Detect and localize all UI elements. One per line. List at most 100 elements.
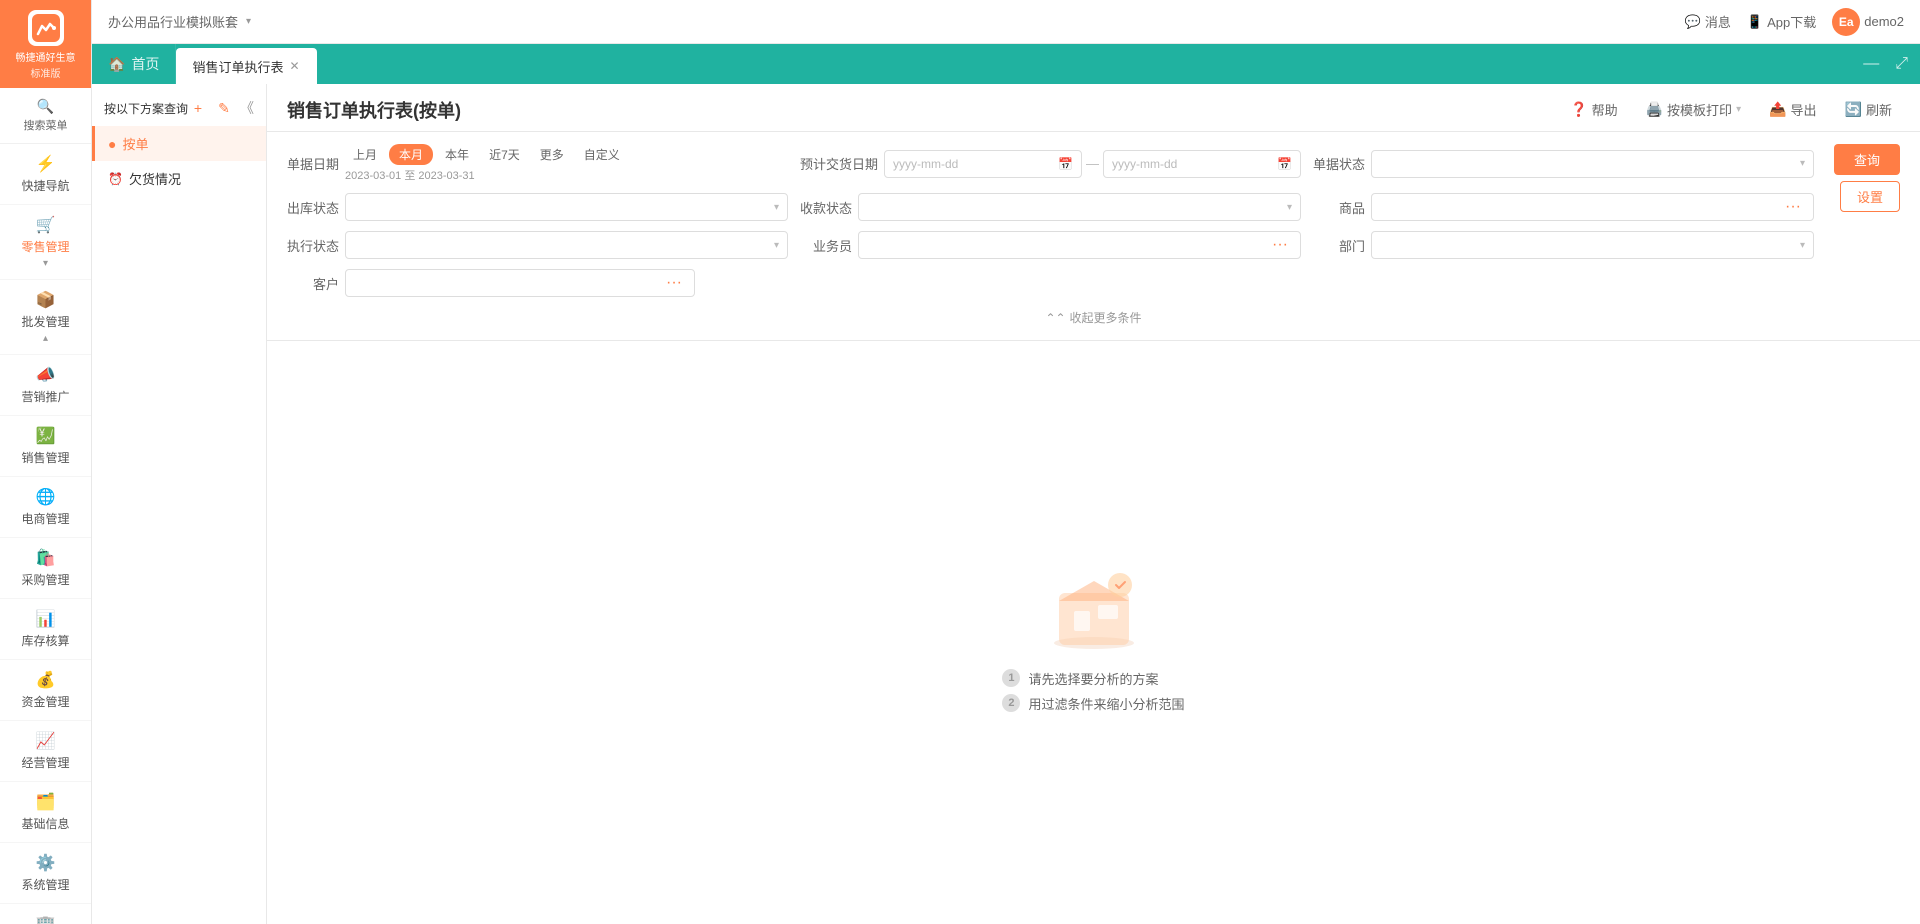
export-label: 导出 bbox=[1791, 100, 1817, 119]
left-panel-header: 按以下方案查询 + ✎ 《 bbox=[92, 92, 266, 126]
breadcrumb-arrow[interactable]: ▾ bbox=[246, 16, 251, 27]
date-tab-last-month[interactable]: 上月 bbox=[345, 144, 385, 165]
filter-row-3: 执行状态 ▾ 业务员 bbox=[287, 231, 1826, 259]
sidebar-item-basic[interactable]: 🗂️ 基础信息 bbox=[0, 782, 91, 843]
collect-status-select[interactable]: ▾ bbox=[858, 193, 1301, 221]
salesperson-select[interactable]: ··· bbox=[858, 231, 1301, 259]
tip-1-text: 请先选择要分析的方案 bbox=[1028, 669, 1158, 688]
tab-sales-exec-label: 销售订单执行表 bbox=[192, 57, 283, 76]
export-btn[interactable]: 📤 导出 bbox=[1761, 96, 1824, 123]
filter-row-1: 单据日期 上月 本月 本年 近7天 更多 自定义 bbox=[287, 144, 1826, 183]
content-inner: 按以下方案查询 + ✎ 《 ● 按单 bbox=[92, 84, 1920, 924]
print-icon: 🖨️ bbox=[1646, 101, 1663, 118]
logo-icon bbox=[28, 10, 64, 46]
sidebar-item-ecommerce[interactable]: 🌐 电商管理 bbox=[0, 477, 91, 538]
add-scheme-btn[interactable]: + bbox=[188, 98, 208, 118]
date-tab-this-month[interactable]: 本月 bbox=[389, 144, 433, 165]
collapse-more-btn[interactable]: ⌃⌃ 收起更多条件 bbox=[287, 303, 1900, 328]
tabbar-expand-btn[interactable]: ⤢ bbox=[1891, 53, 1912, 75]
doc-status-arrow: ▾ bbox=[1800, 158, 1805, 169]
help-label: 帮助 bbox=[1592, 100, 1618, 119]
filter-main-row: 单据日期 上月 本月 本年 近7天 更多 自定义 bbox=[287, 144, 1900, 303]
page-header: 销售订单执行表(按单) ❓ 帮助 🖨️ 按模板打印 ▾ 📤 bbox=[267, 84, 1920, 132]
phone-icon: 📱 bbox=[1747, 14, 1763, 30]
date-tab-7days[interactable]: 近7天 bbox=[481, 144, 528, 165]
left-panel-item-press[interactable]: ● 按单 bbox=[92, 126, 266, 161]
sidebar-item-system[interactable]: ⚙️ 系统管理 bbox=[0, 843, 91, 904]
refresh-btn[interactable]: 🔄 刷新 bbox=[1837, 96, 1900, 123]
tabbar-controls: — ⤢ bbox=[1851, 44, 1920, 84]
print-arrow: ▾ bbox=[1736, 104, 1741, 115]
filter-item-dept: 部门 ▾ bbox=[1313, 231, 1826, 259]
sidebar-item-purchase[interactable]: 🛍️ 采购管理 bbox=[0, 538, 91, 599]
edit-scheme-btn[interactable]: ✎ bbox=[214, 98, 234, 118]
sidebar-item-inventory[interactable]: 📊 库存核算 bbox=[0, 599, 91, 660]
home-icon: 🏠 bbox=[108, 56, 125, 73]
sidebar-item-wholesale[interactable]: 📦 批发管理 ▴ bbox=[0, 280, 91, 355]
expected-date-end-placeholder: yyyy-mm-dd bbox=[1112, 157, 1177, 171]
filter-item-doc-status: 单据状态 ▾ bbox=[1313, 144, 1826, 183]
settings-btn[interactable]: 设置 bbox=[1840, 181, 1900, 212]
left-panel-item-arrears[interactable]: ⏰ 欠货情况 bbox=[92, 161, 266, 196]
dept-select[interactable]: ▾ bbox=[1371, 231, 1814, 259]
user-menu[interactable]: Ea demo2 bbox=[1832, 8, 1904, 36]
tab-home-label: 首页 bbox=[131, 54, 159, 74]
date-tab-custom[interactable]: 自定义 bbox=[576, 144, 628, 165]
arrears-icon: ⏰ bbox=[108, 172, 123, 186]
doc-status-label: 单据状态 bbox=[1313, 154, 1365, 173]
tab-sales-exec[interactable]: 销售订单执行表 ✕ bbox=[176, 48, 316, 84]
doc-status-select[interactable]: ▾ bbox=[1371, 150, 1814, 178]
tab-home[interactable]: 🏠 首页 bbox=[92, 44, 176, 84]
tab-close-btn[interactable]: ✕ bbox=[289, 59, 299, 73]
sidebar-item-marketing[interactable]: 📣 营销推广 bbox=[0, 355, 91, 416]
username-label: demo2 bbox=[1864, 14, 1904, 29]
customer-dots-btn[interactable]: ··· bbox=[662, 274, 686, 292]
expected-date-start[interactable]: yyyy-mm-dd 📅 bbox=[884, 150, 1082, 178]
main-area: 办公用品行业模拟账套 ▾ 💬 消息 📱 App下载 Ea demo2 🏠 首页 bbox=[92, 0, 1920, 924]
date-range-display: 2023-03-01 至 2023-03-31 bbox=[345, 167, 788, 183]
app-download-label: App下载 bbox=[1767, 12, 1816, 31]
help-btn[interactable]: ❓ 帮助 bbox=[1562, 96, 1625, 123]
tabbar-minimize-btn[interactable]: — bbox=[1859, 53, 1883, 75]
out-status-select[interactable]: ▾ bbox=[345, 193, 788, 221]
message-btn[interactable]: 💬 消息 bbox=[1685, 12, 1731, 31]
date-tabs: 上月 本月 本年 近7天 更多 自定义 bbox=[345, 144, 788, 165]
sidebar-item-retail[interactable]: 🛒 零售管理 ▾ bbox=[0, 205, 91, 280]
sidebar-item-enterprise[interactable]: 🏢 企业协同 bbox=[0, 904, 91, 924]
sidebar-item-operation[interactable]: 📈 经营管理 bbox=[0, 721, 91, 782]
app-version: 标准版 bbox=[31, 65, 61, 80]
quick-nav-label: 快捷导航 bbox=[21, 177, 69, 194]
sidebar-item-finance[interactable]: 💰 资金管理 bbox=[0, 660, 91, 721]
date-tab-this-year[interactable]: 本年 bbox=[437, 144, 477, 165]
press-icon: ● bbox=[108, 136, 116, 152]
product-dots-btn[interactable]: ··· bbox=[1781, 198, 1805, 216]
dept-label: 部门 bbox=[1313, 236, 1365, 255]
filter-row-2: 出库状态 ▾ 收款状态 bbox=[287, 193, 1826, 221]
avatar: Ea bbox=[1832, 8, 1860, 36]
customer-label: 客户 bbox=[287, 274, 339, 293]
arrears-label: 欠货情况 bbox=[129, 169, 181, 188]
date-label: 单据日期 bbox=[287, 154, 339, 173]
salesperson-dots-btn[interactable]: ··· bbox=[1268, 236, 1292, 254]
exec-status-select[interactable]: ▾ bbox=[345, 231, 788, 259]
export-icon: 📤 bbox=[1769, 101, 1786, 118]
sidebar-item-sales[interactable]: 💹 销售管理 bbox=[0, 416, 91, 477]
product-select[interactable]: ··· bbox=[1371, 193, 1814, 221]
empty-state: 1 请先选择要分析的方案 2 用过滤条件来缩小分析范围 bbox=[267, 341, 1920, 924]
sidebar-item-quick-nav[interactable]: ⚡ 快捷导航 bbox=[0, 144, 91, 205]
customer-select[interactable]: ··· bbox=[345, 269, 695, 297]
press-label: 按单 bbox=[122, 134, 148, 153]
filter-item-product: 商品 ··· bbox=[1313, 193, 1826, 221]
sidebar-search-item[interactable]: 🔍 搜索菜单 bbox=[0, 88, 91, 144]
filter-row-4: 客户 ··· bbox=[287, 269, 1826, 297]
date-tab-more[interactable]: 更多 bbox=[532, 144, 572, 165]
expected-date-end[interactable]: yyyy-mm-dd 📅 bbox=[1103, 150, 1301, 178]
query-btn[interactable]: 查询 bbox=[1834, 144, 1900, 175]
app-download-btn[interactable]: 📱 App下载 bbox=[1747, 12, 1816, 31]
collapse-left-panel-btn[interactable]: 《 bbox=[240, 98, 254, 118]
collapse-more-label: 收起更多条件 bbox=[1070, 309, 1142, 326]
topbar-left: 办公用品行业模拟账套 ▾ bbox=[108, 12, 251, 31]
app-logo: 畅捷通好生意 标准版 bbox=[0, 0, 91, 88]
empty-tips: 1 请先选择要分析的方案 2 用过滤条件来缩小分析范围 bbox=[1002, 669, 1184, 713]
print-btn[interactable]: 🖨️ 按模板打印 ▾ bbox=[1638, 96, 1749, 123]
